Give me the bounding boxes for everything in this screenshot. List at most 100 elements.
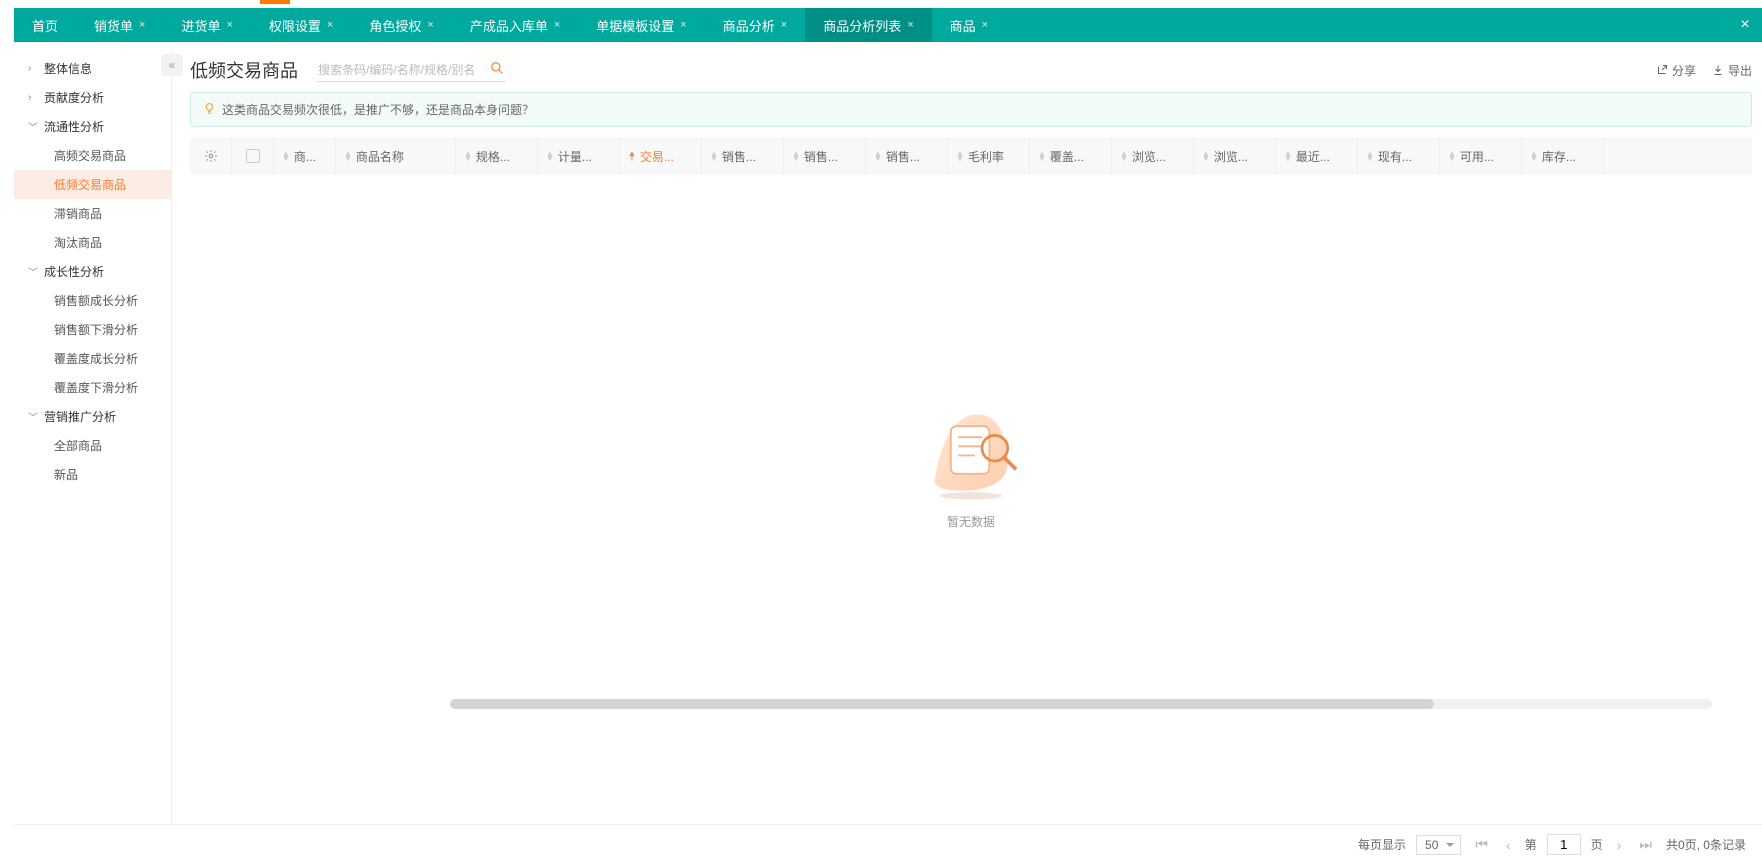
prev-page-button[interactable]: ‹ xyxy=(1502,837,1515,853)
share-button[interactable]: 分享 xyxy=(1656,62,1696,79)
column-label: 覆盖... xyxy=(1050,148,1084,165)
column-header-11[interactable]: ▲▼浏览... xyxy=(1194,137,1276,175)
column-header-12[interactable]: ▲▼最近... xyxy=(1276,137,1358,175)
sidebar-group-label: 成长性分析 xyxy=(44,263,104,280)
export-icon xyxy=(1712,64,1724,76)
sidebar-item-2-1[interactable]: 低频交易商品 xyxy=(14,170,171,199)
tab-6[interactable]: 单据模板设置 × xyxy=(578,8,704,42)
column-header-5[interactable]: ▲▼ 销售... xyxy=(702,137,784,175)
sidebar-item-4-1[interactable]: 新品 xyxy=(14,460,171,489)
sidebar-group-3[interactable]: ﹀成长性分析 xyxy=(14,257,171,286)
tab-close-icon[interactable]: × xyxy=(781,19,787,31)
tab-1[interactable]: 销货单× xyxy=(76,8,163,42)
sidebar-group-4[interactable]: ﹀营销推广分析 xyxy=(14,402,171,431)
sidebar-group-0[interactable]: ›整体信息 xyxy=(14,54,171,83)
tab-close-icon[interactable]: × xyxy=(139,19,145,31)
collapse-sidebar-button[interactable]: « xyxy=(161,54,183,76)
column-header-7[interactable]: ▲▼销售... xyxy=(866,137,948,175)
sort-icon: ▲▼ xyxy=(1448,151,1456,161)
select-all-cell xyxy=(232,137,274,175)
search-input[interactable] xyxy=(316,59,506,81)
column-header-14[interactable]: ▲▼可用... xyxy=(1440,137,1522,175)
chevron-right-icon: › xyxy=(28,92,40,103)
sort-icon: ▲▼ xyxy=(956,151,964,161)
sidebar-item-2-0[interactable]: 高频交易商品 xyxy=(14,141,171,170)
next-page-button[interactable]: › xyxy=(1613,837,1626,853)
column-header-1[interactable]: ▲▼商品名称 xyxy=(336,137,456,175)
column-label: 销售... xyxy=(722,148,756,165)
column-label: 浏览... xyxy=(1132,148,1166,165)
column-header-2[interactable]: ▲▼ 规格... xyxy=(456,137,538,175)
sidebar-group-2[interactable]: ﹀流通性分析 xyxy=(14,112,171,141)
table-settings-button[interactable] xyxy=(190,137,232,175)
sort-icon: ▲▼ xyxy=(1202,151,1210,161)
sort-icon: ▲▼ xyxy=(546,151,554,161)
column-header-0[interactable]: ▲▼商... xyxy=(274,137,336,175)
empty-text: 暂无数据 xyxy=(947,513,995,530)
gear-icon xyxy=(204,149,218,163)
chevron-down-icon: ﹀ xyxy=(28,409,40,424)
first-page-button[interactable]: ⏮ xyxy=(1471,836,1492,853)
tab-close-icon[interactable]: × xyxy=(327,19,333,31)
tab-close-icon[interactable]: × xyxy=(554,19,560,31)
empty-illustration xyxy=(916,395,1026,505)
sidebar-item-3-2[interactable]: 覆盖度成长分析 xyxy=(14,344,171,373)
column-header-8[interactable]: ▲▼毛利率 xyxy=(948,137,1030,175)
per-page-select[interactable]: 50 xyxy=(1416,835,1461,855)
tab-7[interactable]: 商品分析× xyxy=(705,8,805,42)
column-header-15[interactable]: ▲▼库存... xyxy=(1522,137,1604,175)
sort-icon: ▲▼ xyxy=(1120,151,1128,161)
column-label: 商... xyxy=(294,148,316,165)
page-suffix: 页 xyxy=(1591,836,1603,853)
tab-8[interactable]: 商品分析列表× xyxy=(805,8,931,42)
column-label: 最近... xyxy=(1296,148,1330,165)
info-banner: 这类商品交易频次很低，是推广不够，还是商品本身问题？ xyxy=(190,92,1752,127)
tab-0[interactable]: 首页 xyxy=(14,8,76,42)
sort-icon: ▲▼ xyxy=(464,151,472,161)
column-header-4[interactable]: ▲▼交易... xyxy=(620,137,702,175)
tab-close-icon[interactable]: × xyxy=(680,19,686,31)
sidebar-item-3-0[interactable]: 销售额成长分析 xyxy=(14,286,171,315)
tab-3[interactable]: 权限设置× xyxy=(251,8,351,42)
column-header-3[interactable]: ▲▼计量... xyxy=(538,137,620,175)
per-page-value: 50 xyxy=(1425,838,1438,852)
tab-5[interactable]: 产成品入库单 × xyxy=(452,8,578,42)
sidebar-group-1[interactable]: ›贡献度分析 xyxy=(14,83,171,112)
column-header-9[interactable]: ▲▼覆盖... xyxy=(1030,137,1112,175)
tab-close-icon[interactable]: × xyxy=(907,19,913,31)
sort-icon: ▲▼ xyxy=(1366,151,1374,161)
column-header-13[interactable]: ▲▼ 现有... xyxy=(1358,137,1440,175)
sidebar-item-2-2[interactable]: 滞销商品 xyxy=(14,199,171,228)
close-all-tabs-button[interactable]: × xyxy=(1728,8,1762,42)
sidebar-item-4-0[interactable]: 全部商品 xyxy=(14,431,171,460)
page-title: 低频交易商品 xyxy=(190,57,298,83)
search-wrap xyxy=(316,59,506,82)
column-header-6[interactable]: ▲▼销售... xyxy=(784,137,866,175)
page-input[interactable] xyxy=(1547,834,1581,855)
search-icon[interactable] xyxy=(490,61,504,78)
tab-label: 产成品入库单 xyxy=(470,16,548,35)
tab-close-icon[interactable]: × xyxy=(982,19,988,31)
tab-4[interactable]: 角色授权 × xyxy=(351,8,451,42)
last-page-button[interactable]: ⏭ xyxy=(1635,836,1656,853)
tab-9[interactable]: 商品× xyxy=(932,8,1006,42)
sidebar-item-2-3[interactable]: 淘汰商品 xyxy=(14,228,171,257)
column-label: 规格... xyxy=(476,148,510,165)
horizontal-scrollbar[interactable] xyxy=(450,699,1712,709)
tab-label: 单据模板设置 xyxy=(596,16,674,35)
column-header-10[interactable]: ▲▼ 浏览... xyxy=(1112,137,1194,175)
chevron-right-icon: › xyxy=(28,63,40,74)
tab-label: 角色授权 xyxy=(369,16,421,35)
tab-close-icon[interactable]: × xyxy=(427,19,433,31)
sidebar-item-3-3[interactable]: 覆盖度下滑分析 xyxy=(14,373,171,402)
sidebar-item-3-1[interactable]: 销售额下滑分析 xyxy=(14,315,171,344)
empty-state: 暂无数据 xyxy=(190,175,1752,695)
tab-close-icon[interactable]: × xyxy=(226,19,232,31)
export-button[interactable]: 导出 xyxy=(1712,62,1752,79)
share-label: 分享 xyxy=(1672,62,1696,79)
column-label: 现有... xyxy=(1378,148,1412,165)
tab-2[interactable]: 进货单× xyxy=(163,8,250,42)
scrollbar-thumb[interactable] xyxy=(450,699,1434,709)
select-all-checkbox[interactable] xyxy=(246,149,260,163)
sort-icon: ▲▼ xyxy=(710,151,718,161)
